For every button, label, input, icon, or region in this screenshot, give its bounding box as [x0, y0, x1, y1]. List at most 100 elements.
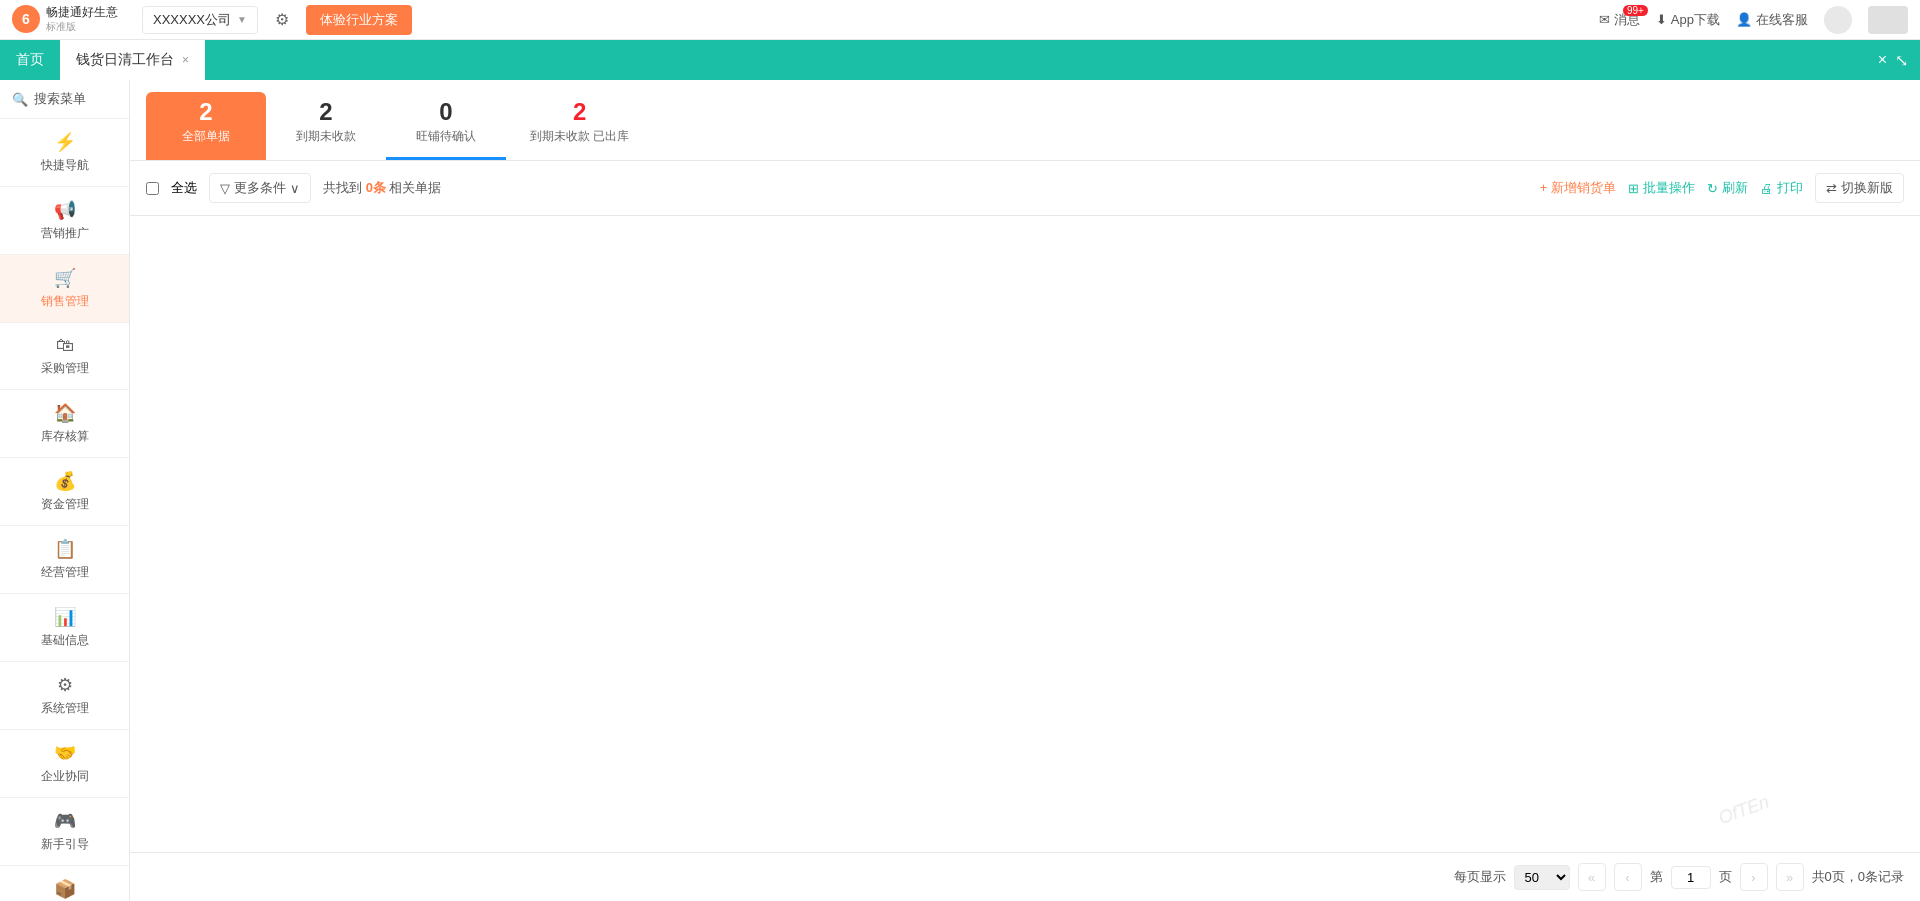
- chevron-down-icon: ▼: [237, 14, 247, 25]
- sidebar-item-marketing[interactable]: 📢 营销推广: [0, 187, 129, 255]
- logo-icon: 6: [12, 5, 40, 33]
- sidebar-item-system[interactable]: ⚙ 系统管理: [0, 662, 129, 730]
- print-button[interactable]: 🖨 打印: [1760, 179, 1803, 197]
- clipboard-icon: 📋: [54, 538, 76, 560]
- select-all-label: 全选: [171, 179, 197, 197]
- sidebar-label-sales: 销售管理: [41, 293, 89, 310]
- tab-bar: 首页 钱货日清工作台 × × ⤡: [0, 40, 1920, 80]
- trial-button[interactable]: 体验行业方案: [306, 5, 412, 35]
- tab-bar-controls: × ⤡: [1878, 51, 1920, 70]
- stat-overdue-out-label: 到期未收款 已出库: [530, 128, 629, 145]
- switch-icon: ⇄: [1826, 181, 1837, 196]
- batch-label: 批量操作: [1643, 179, 1695, 197]
- stat-tab-overdue-out[interactable]: 2 到期未收款 已出库: [506, 92, 653, 160]
- prev-page-button[interactable]: ‹: [1614, 863, 1642, 891]
- window-close-icon[interactable]: ×: [1878, 51, 1887, 69]
- stat-all-label: 全部单据: [182, 128, 230, 145]
- megaphone-icon: 📢: [54, 199, 76, 221]
- refresh-icon: ↻: [1707, 181, 1718, 196]
- message-icon: ✉: [1599, 12, 1610, 27]
- last-page-button[interactable]: »: [1776, 863, 1804, 891]
- avatar[interactable]: [1824, 6, 1852, 34]
- sidebar-item-apps[interactable]: 📦 应用中心: [0, 866, 129, 901]
- sidebar-item-purchase[interactable]: 🛍 采购管理: [0, 323, 129, 390]
- window-expand-icon[interactable]: ⤡: [1895, 51, 1908, 70]
- refresh-button[interactable]: ↻ 刷新: [1707, 179, 1748, 197]
- settings-button[interactable]: ⚙: [266, 4, 298, 36]
- tab-active[interactable]: 钱货日清工作台 ×: [60, 40, 205, 80]
- found-text: 共找到 0条 相关单据: [323, 179, 441, 197]
- stat-pending-number: 0: [439, 100, 452, 124]
- tab-home[interactable]: 首页: [0, 40, 60, 80]
- logo-area: 6 畅捷通好生意 标准版: [12, 5, 142, 33]
- sidebar-item-operations[interactable]: 📋 经营管理: [0, 526, 129, 594]
- online-service-button[interactable]: 👤 在线客服: [1736, 11, 1808, 29]
- tab-close-icon[interactable]: ×: [182, 53, 189, 67]
- toolbar-right: + 新增销货单 ⊞ 批量操作 ↻ 刷新 🖨 打印 ⇄ 切换新版: [1540, 173, 1904, 203]
- filter-icon: ▽: [220, 181, 230, 196]
- page-number-input[interactable]: [1671, 866, 1711, 889]
- service-icon: 👤: [1736, 12, 1752, 27]
- gear-icon: ⚙: [57, 674, 73, 696]
- search-icon: 🔍: [12, 92, 28, 107]
- stat-overdue-label: 到期未收款: [296, 128, 356, 145]
- tab-active-label: 钱货日清工作台: [76, 51, 174, 69]
- stat-all-number: 2: [199, 100, 212, 124]
- sidebar-label-operations: 经营管理: [41, 564, 89, 581]
- sidebar-item-guide[interactable]: 🎮 新手引导: [0, 798, 129, 866]
- sidebar-item-quick-nav[interactable]: ⚡ 快捷导航: [0, 119, 129, 187]
- stat-overdue-number: 2: [319, 100, 332, 124]
- batch-icon: ⊞: [1628, 181, 1639, 196]
- select-all-checkbox[interactable]: [146, 182, 159, 195]
- chart-icon: 📊: [54, 606, 76, 628]
- sidebar-item-cooperation[interactable]: 🤝 企业协同: [0, 730, 129, 798]
- batch-button[interactable]: ⊞ 批量操作: [1628, 179, 1695, 197]
- download-icon: ⬇: [1656, 12, 1667, 27]
- company-selector[interactable]: XXXXXX公司 ▼: [142, 6, 258, 34]
- stats-tabs: 2 全部单据 2 到期未收款 0 旺铺待确认 2 到期未收款 已出库: [130, 80, 1920, 161]
- next-page-button[interactable]: ›: [1740, 863, 1768, 891]
- main-layout: 🔍 搜索菜单 ⚡ 快捷导航 📢 营销推广 🛒 销售管理 🛍 采购管理 🏠 库存核…: [0, 80, 1920, 901]
- add-sales-button[interactable]: + 新增销货单: [1540, 179, 1616, 197]
- sidebar-label-guide: 新手引导: [41, 836, 89, 853]
- pagination: 每页显示 50 20 100 « ‹ 第 页 › » 共0页，0条记录: [130, 852, 1920, 901]
- app-edition: 标准版: [46, 20, 118, 34]
- toolbar: 全选 ▽ 更多条件 ∨ 共找到 0条 相关单据 + 新增销货单 ⊞ 批量操作 ↻…: [130, 161, 1920, 216]
- sidebar-item-inventory[interactable]: 🏠 库存核算: [0, 390, 129, 458]
- logo-text-block: 畅捷通好生意 标准版: [46, 5, 118, 33]
- messages-button[interactable]: ✉ 消息 99+: [1599, 11, 1640, 29]
- sidebar-item-sales[interactable]: 🛒 销售管理: [0, 255, 129, 323]
- filter-arrow-icon: ∨: [290, 181, 300, 196]
- stat-tab-all[interactable]: 2 全部单据: [146, 92, 266, 160]
- header-right: ✉ 消息 99+ ⬇ App下载 👤 在线客服: [1599, 6, 1908, 34]
- per-page-select[interactable]: 50 20 100: [1514, 865, 1570, 890]
- sidebar-search[interactable]: 🔍 搜索菜单: [0, 80, 129, 119]
- stat-tab-overdue[interactable]: 2 到期未收款: [266, 92, 386, 160]
- switch-version-button[interactable]: ⇄ 切换新版: [1815, 173, 1904, 203]
- found-prefix: 共找到: [323, 180, 362, 195]
- sidebar-item-basic[interactable]: 📊 基础信息: [0, 594, 129, 662]
- page-label: 第: [1650, 868, 1663, 886]
- stat-tab-pending[interactable]: 0 旺铺待确认: [386, 92, 506, 160]
- bag-icon: 🛍: [56, 335, 74, 356]
- sidebar-label-marketing: 营销推广: [41, 225, 89, 242]
- sidebar-label-system: 系统管理: [41, 700, 89, 717]
- print-label: 打印: [1777, 179, 1803, 197]
- stat-pending-label: 旺铺待确认: [416, 128, 476, 145]
- app-download-label: App下载: [1671, 11, 1720, 29]
- filter-button[interactable]: ▽ 更多条件 ∨: [209, 173, 311, 203]
- house-icon: 🏠: [54, 402, 76, 424]
- lightning-icon: ⚡: [54, 131, 76, 153]
- messages-badge: 99+: [1623, 5, 1648, 16]
- table-area: [130, 216, 1920, 852]
- money-icon: 💰: [54, 470, 76, 492]
- app-download-button[interactable]: ⬇ App下载: [1656, 11, 1720, 29]
- sidebar: 🔍 搜索菜单 ⚡ 快捷导航 📢 营销推广 🛒 销售管理 🛍 采购管理 🏠 库存核…: [0, 80, 130, 901]
- sidebar-label-cooperation: 企业协同: [41, 768, 89, 785]
- stat-overdue-out-number: 2: [573, 100, 586, 124]
- filter-label: 更多条件: [234, 179, 286, 197]
- first-page-button[interactable]: «: [1578, 863, 1606, 891]
- sidebar-item-finance[interactable]: 💰 资金管理: [0, 458, 129, 526]
- found-count: 0条: [366, 180, 386, 195]
- found-suffix: 相关单据: [389, 180, 441, 195]
